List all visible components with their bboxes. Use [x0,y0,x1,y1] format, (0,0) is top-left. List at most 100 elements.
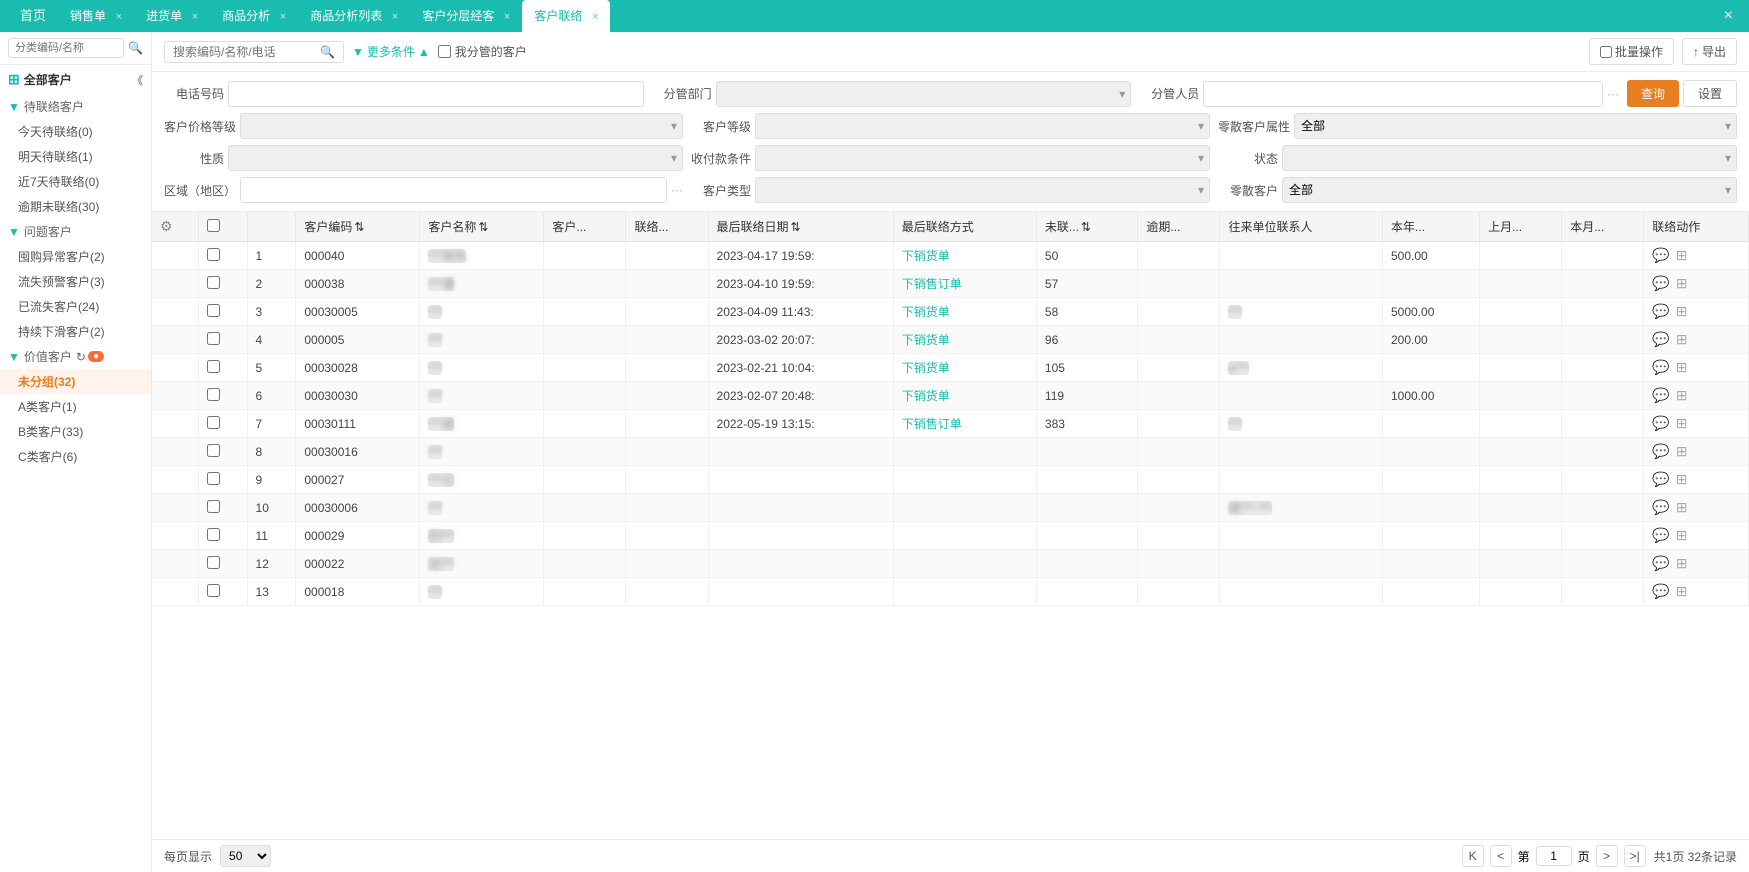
row-checkbox[interactable] [207,388,220,401]
row-checkbox[interactable] [207,416,220,429]
region-more-icon[interactable]: ··· [671,183,683,197]
row-checkbox[interactable] [207,584,220,597]
sidebar-item-today[interactable]: 今天待联络(0) [0,119,151,144]
col-no-contact-days[interactable]: 未联...⇅ [1036,212,1137,242]
qr-icon[interactable]: ⊞ [1676,499,1688,516]
contact-method-link[interactable]: 下销货单 [902,333,950,347]
sidebar-item-class-a[interactable]: A类客户(1) [0,394,151,419]
contact-method-link[interactable]: 下销货单 [902,305,950,319]
window-close-button[interactable]: × [1716,7,1741,25]
chat-icon[interactable]: 💬 [1652,443,1669,460]
cell-checkbox[interactable] [199,438,247,466]
retail-attr-select[interactable]: 全部 [1294,113,1737,139]
next-page-button[interactable]: > [1596,845,1618,867]
qr-icon[interactable]: ⊞ [1676,415,1688,432]
qr-icon[interactable]: ⊞ [1676,555,1688,572]
qr-icon[interactable]: ⊞ [1676,443,1688,460]
refresh-icon[interactable]: ↻ [76,350,86,364]
qr-icon[interactable]: ⊞ [1676,471,1688,488]
prev-page-button[interactable]: < [1490,845,1512,867]
cell-checkbox[interactable] [199,522,247,550]
col-last-contact-date[interactable]: 最后联络日期⇅ [708,212,893,242]
row-checkbox[interactable] [207,248,220,261]
sidebar-search-icon[interactable]: 🔍 [128,41,143,55]
row-checkbox[interactable] [207,500,220,513]
col-settings[interactable]: ⚙ [152,212,199,242]
row-checkbox[interactable] [207,528,220,541]
qr-icon[interactable]: ⊞ [1676,527,1688,544]
chat-icon[interactable]: 💬 [1652,387,1669,404]
qr-icon[interactable]: ⊞ [1676,247,1688,264]
nav-customer-contact-close[interactable]: × [592,11,598,23]
qr-icon[interactable]: ⊞ [1676,331,1688,348]
contact-method-link[interactable]: 下销货单 [902,361,950,375]
cell-checkbox[interactable] [199,354,247,382]
select-all-checkbox[interactable] [207,219,220,232]
cell-checkbox[interactable] [199,410,247,438]
qr-icon[interactable]: ⊞ [1676,275,1688,292]
row-checkbox[interactable] [207,444,220,457]
sidebar-item-churned[interactable]: 已流失客户(24) [0,294,151,319]
nav-customer-tier[interactable]: 客户分层经客 × [410,0,522,32]
sidebar-item-declining[interactable]: 持续下滑客户(2) [0,319,151,344]
last-page-button[interactable]: >| [1624,845,1646,867]
chat-icon[interactable]: 💬 [1652,303,1669,320]
chat-icon[interactable]: 💬 [1652,471,1669,488]
nav-sales[interactable]: 销售单 × [58,0,134,32]
sidebar-search-input[interactable] [8,38,124,58]
page-number-input[interactable] [1536,846,1572,866]
cell-checkbox[interactable] [199,326,247,354]
sidebar-item-7days[interactable]: 近7天待联络(0) [0,169,151,194]
batch-check[interactable] [1600,46,1612,58]
chat-icon[interactable]: 💬 [1652,527,1669,544]
chat-icon[interactable]: 💬 [1652,555,1669,572]
row-checkbox[interactable] [207,360,220,373]
cell-checkbox[interactable] [199,494,247,522]
row-checkbox[interactable] [207,556,220,569]
sidebar-item-tomorrow[interactable]: 明天待联络(1) [0,144,151,169]
contact-method-link[interactable]: 下销售订单 [902,417,962,431]
contact-method-link[interactable]: 下销货单 [902,389,950,403]
manager-input[interactable] [1203,81,1603,107]
chat-icon[interactable]: 💬 [1652,583,1669,600]
chat-icon[interactable]: 💬 [1652,331,1669,348]
qr-icon[interactable]: ⊞ [1676,583,1688,600]
col-code[interactable]: 客户编码⇅ [296,212,420,242]
cell-checkbox[interactable] [199,466,247,494]
sidebar-item-class-c[interactable]: C类客户(6) [0,444,151,469]
batch-operation-button[interactable]: 批量操作 [1589,38,1674,65]
price-level-select[interactable] [240,113,683,139]
chat-icon[interactable]: 💬 [1652,359,1669,376]
chat-icon[interactable]: 💬 [1652,247,1669,264]
reset-button[interactable]: 设置 [1683,80,1737,107]
nav-home[interactable]: 首页 [8,0,58,32]
more-conditions-button[interactable]: ▼ 更多条件 ▲ [352,43,430,60]
nav-customer-contact[interactable]: 客户联络 × [522,0,610,32]
qr-icon[interactable]: ⊞ [1676,387,1688,404]
cell-checkbox[interactable] [199,298,247,326]
cell-checkbox[interactable] [199,242,247,270]
sidebar-item-churn-warning[interactable]: 流失预警客户(3) [0,269,151,294]
row-checkbox[interactable] [207,332,220,345]
gender-select[interactable] [228,145,683,171]
qr-icon[interactable]: ⊞ [1676,303,1688,320]
contact-method-link[interactable]: 下销货单 [902,249,950,263]
row-checkbox[interactable] [207,276,220,289]
manager-more-icon[interactable]: ··· [1607,87,1619,101]
sidebar-item-class-b[interactable]: B类客户(33) [0,419,151,444]
cell-checkbox[interactable] [199,382,247,410]
export-button[interactable]: ↑ 导出 [1682,38,1737,65]
query-button[interactable]: 查询 [1627,80,1679,107]
sidebar-problem-group[interactable]: ▼ 问题客户 [0,219,151,244]
sidebar-item-hoarding[interactable]: 囤购异常客户(2) [0,244,151,269]
region-input[interactable] [240,177,667,203]
col-name[interactable]: 客户名称⇅ [420,212,544,242]
status-select[interactable] [1282,145,1737,171]
nav-purchase[interactable]: 进货单 × [134,0,210,32]
retail-customer-select[interactable]: 全部 [1282,177,1737,203]
nav-purchase-close[interactable]: × [192,11,198,23]
page-size-select[interactable]: 20 50 100 [220,845,271,867]
chat-icon[interactable]: 💬 [1652,415,1669,432]
sidebar-value-group[interactable]: ▼ 价值客户 ↻ ● [0,344,151,369]
nav-product-analysis[interactable]: 商品分析 × [210,0,298,32]
